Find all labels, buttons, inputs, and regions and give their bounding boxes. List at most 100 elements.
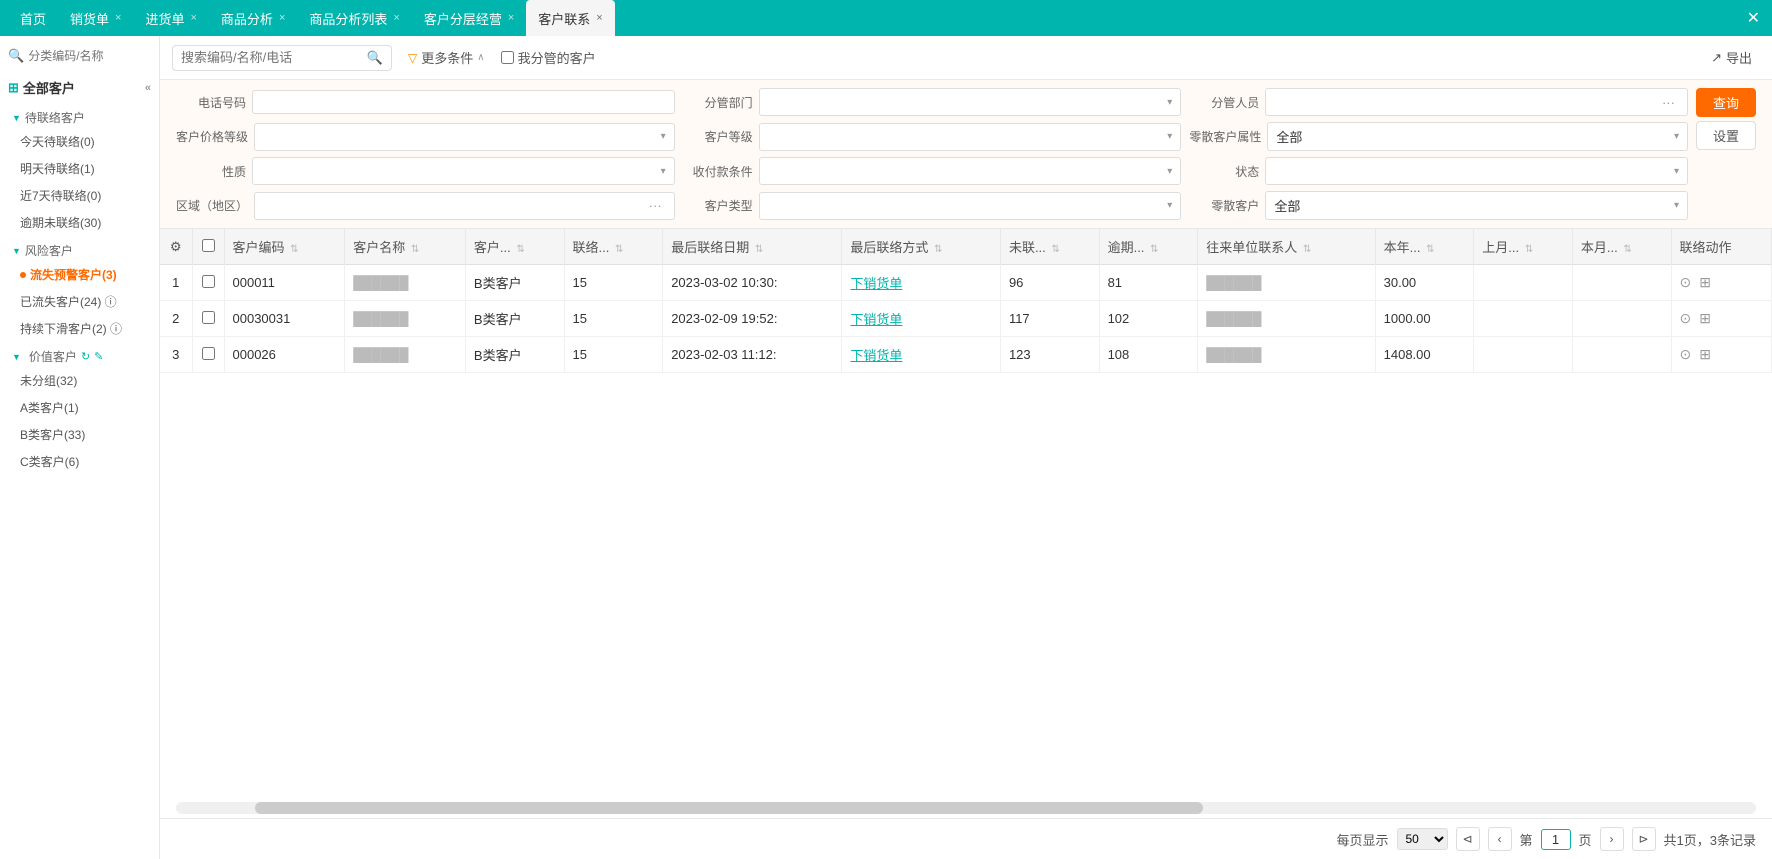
row-select-checkbox[interactable]: [202, 347, 215, 360]
retail-attr-select[interactable]: 全部 ▾: [1267, 122, 1688, 151]
tab-goods-list[interactable]: 商品分析列表 ×: [297, 0, 411, 36]
action-more-icon[interactable]: ⊞: [1699, 274, 1711, 291]
status-select[interactable]: ▾: [1265, 157, 1688, 185]
tab-customer-contact-close[interactable]: ×: [596, 12, 602, 24]
sidebar-item-tomorrow[interactable]: 明天待联络(1): [0, 155, 159, 182]
page-number[interactable]: 1: [1541, 829, 1571, 850]
row-select-checkbox[interactable]: [202, 311, 215, 324]
customer-type-select[interactable]: ▾: [759, 192, 1182, 220]
person-dots[interactable]: ···: [1658, 95, 1679, 110]
tab-sales-close[interactable]: ×: [115, 12, 121, 24]
search-input-wrap: 🔍: [172, 45, 392, 71]
next-page-btn[interactable]: ›: [1600, 827, 1624, 851]
first-page-btn[interactable]: ⊲: [1456, 827, 1480, 851]
tab-customer-layer[interactable]: 客户分层经营 ×: [412, 0, 526, 36]
sort-icon-contact[interactable]: ⇅: [615, 244, 623, 255]
sidebar-item-declining[interactable]: 持续下滑客户(2) ⓘ: [0, 315, 159, 342]
prev-page-btn[interactable]: ‹: [1488, 827, 1512, 851]
row-this-year: 1000.00: [1375, 301, 1474, 337]
tab-customer-contact[interactable]: 客户联系 ×: [526, 0, 614, 36]
refresh-icon[interactable]: ↻: [81, 350, 90, 363]
tab-sales[interactable]: 销货单 ×: [58, 0, 133, 36]
action-more-icon[interactable]: ⊞: [1699, 346, 1711, 363]
setting-btn[interactable]: 设置: [1696, 121, 1756, 150]
region-select[interactable]: ···: [254, 192, 675, 220]
action-link-icon[interactable]: ⊙: [1680, 310, 1692, 327]
sidebar-collapse-icon[interactable]: «: [145, 82, 151, 94]
phone-input[interactable]: [252, 90, 675, 114]
sort-icon-code[interactable]: ⇅: [290, 244, 298, 255]
scrollbar-thumb[interactable]: [255, 802, 1203, 814]
tab-goods-list-close[interactable]: ×: [393, 12, 399, 24]
row-name: ██████: [345, 337, 466, 373]
sidebar-item-a-class[interactable]: A类客户(1): [0, 394, 159, 421]
last-page-btn[interactable]: ⊳: [1632, 827, 1656, 851]
sidebar-item-churn-warning[interactable]: 流失预警客户(3): [0, 261, 159, 288]
customer-level-select[interactable]: ▾: [759, 123, 1182, 151]
sort-icon-person[interactable]: ⇅: [1303, 244, 1311, 255]
tab-purchase-close[interactable]: ×: [190, 12, 196, 24]
sidebar-search-input[interactable]: [28, 49, 151, 63]
sort-icon-way[interactable]: ⇅: [934, 244, 942, 255]
payment-select[interactable]: ▾: [759, 157, 1182, 185]
sidebar-item-c-class[interactable]: C类客户(6): [0, 448, 159, 475]
sidebar-group-risk: 风险客户: [0, 236, 159, 261]
col-settings[interactable]: ⚙: [160, 229, 192, 265]
sidebar-item-b-class[interactable]: B类客户(33): [0, 421, 159, 448]
nature-select[interactable]: ▾: [252, 157, 675, 185]
sidebar-item-churned[interactable]: 已流失客户(24) ⓘ: [0, 288, 159, 315]
status-label: 状态: [1189, 163, 1259, 180]
sidebar-item-ungrouped[interactable]: 未分组(32): [0, 367, 159, 394]
tab-home[interactable]: 首页: [8, 0, 58, 36]
row-last-way-link[interactable]: 下销货单: [850, 276, 902, 291]
price-level-select[interactable]: ▾: [254, 123, 675, 151]
filter-nature: 性质 ▾: [176, 157, 675, 185]
export-btn[interactable]: ↗ 导出: [1703, 44, 1760, 71]
action-link-icon[interactable]: ⊙: [1680, 346, 1692, 363]
sort-icon-type[interactable]: ⇅: [516, 244, 524, 255]
action-link-icon[interactable]: ⊙: [1680, 274, 1692, 291]
export-label: 导出: [1726, 48, 1752, 67]
person-select[interactable]: ···: [1265, 88, 1688, 116]
main-search-input[interactable]: [181, 50, 367, 65]
row-last-way-link[interactable]: 下销货单: [850, 312, 902, 327]
sort-icon-year[interactable]: ⇅: [1426, 244, 1434, 255]
sort-icon-last-month[interactable]: ⇅: [1525, 244, 1533, 255]
my-customers-checkbox[interactable]: [501, 51, 514, 64]
sidebar-item-overdue[interactable]: 逾期未联络(30): [0, 209, 159, 236]
per-page-label: 每页显示: [1336, 830, 1388, 849]
sort-icon-overdue[interactable]: ⇅: [1150, 244, 1158, 255]
col-checkbox: [192, 229, 224, 265]
my-customers-checkbox-label[interactable]: 我分管的客户: [501, 48, 596, 67]
sort-icon-unlink[interactable]: ⇅: [1051, 244, 1059, 255]
col-action: 联络动作: [1671, 229, 1771, 265]
sort-icon-this-month[interactable]: ⇅: [1623, 244, 1631, 255]
payment-label: 收付款条件: [683, 163, 753, 180]
query-btn[interactable]: 查询: [1696, 88, 1756, 117]
tab-goods-analysis-close[interactable]: ×: [279, 12, 285, 24]
sort-icon-date[interactable]: ⇅: [755, 244, 763, 255]
edit-icon[interactable]: ✎: [94, 350, 103, 363]
per-page-select[interactable]: 50 20 100: [1397, 828, 1448, 850]
tab-goods-analysis[interactable]: 商品分析 ×: [209, 0, 297, 36]
row-last-way-link[interactable]: 下销货单: [850, 348, 902, 363]
action-more-icon[interactable]: ⊞: [1699, 310, 1711, 327]
sidebar-item-7days[interactable]: 近7天待联络(0): [0, 182, 159, 209]
region-dots[interactable]: ···: [645, 198, 666, 213]
row-select-checkbox[interactable]: [202, 275, 215, 288]
sidebar: 🔍 ⊞ 全部客户 « 待联络客户 今天待联络(0) 明天待联络(1) 近7天待联…: [0, 36, 160, 859]
sort-icon-name[interactable]: ⇅: [411, 244, 419, 255]
more-filters-btn[interactable]: ▽ 更多条件 ∧: [400, 44, 493, 71]
retail-customer-select[interactable]: 全部 ▾: [1265, 191, 1688, 220]
main-search-icon[interactable]: 🔍: [367, 50, 383, 66]
sidebar-root[interactable]: ⊞ 全部客户 «: [0, 72, 159, 103]
tab-purchase[interactable]: 进货单 ×: [133, 0, 208, 36]
dept-select[interactable]: ▾: [759, 88, 1182, 116]
horizontal-scrollbar[interactable]: [176, 802, 1756, 814]
tab-purchase-label: 进货单: [145, 9, 184, 28]
sidebar-item-today[interactable]: 今天待联络(0): [0, 128, 159, 155]
select-all-checkbox[interactable]: [202, 239, 215, 252]
tab-customer-layer-close[interactable]: ×: [508, 12, 514, 24]
window-close-button[interactable]: ✕: [1743, 4, 1764, 32]
filter-toolbar: 🔍 ▽ 更多条件 ∧ 我分管的客户 ↗ 导出: [160, 36, 1772, 80]
